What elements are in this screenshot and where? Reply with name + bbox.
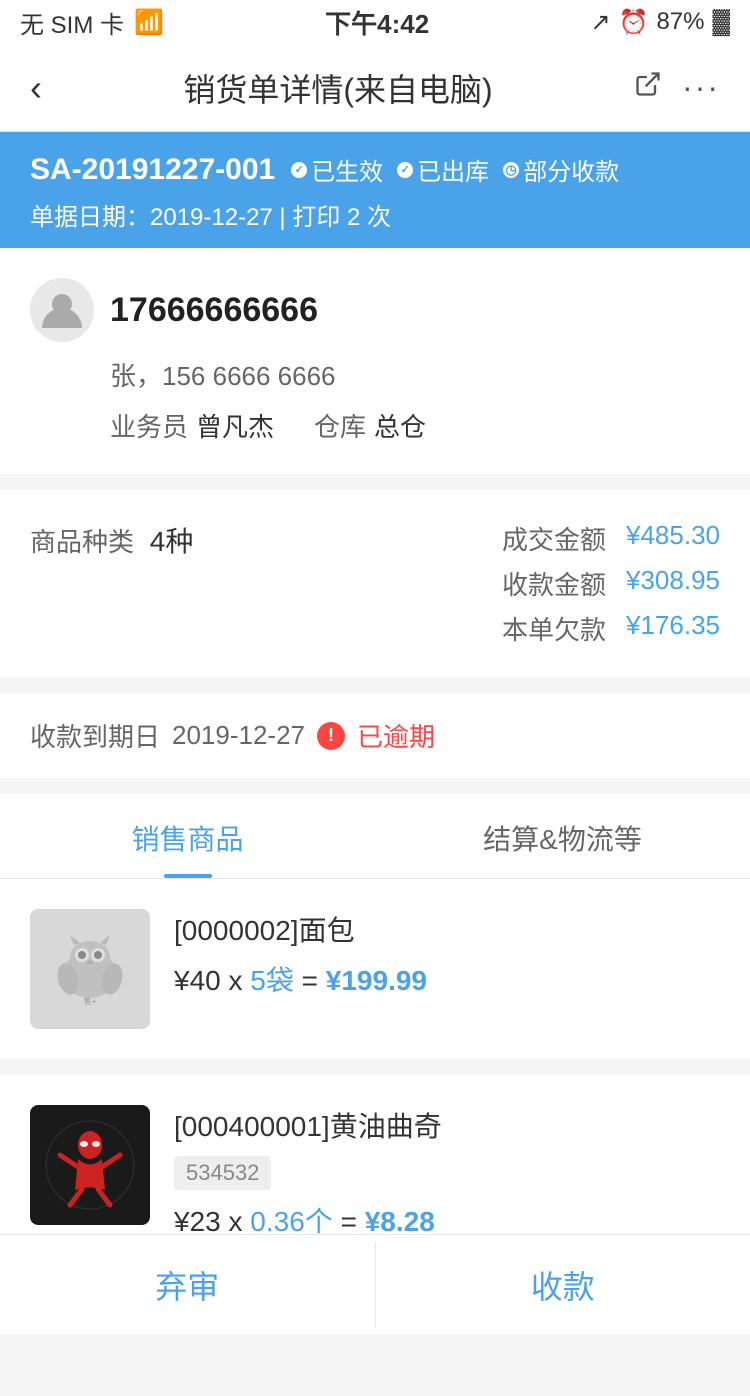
category-label: 商品种类 xyxy=(30,527,134,557)
status-shipped-label: 已出库 xyxy=(417,152,489,187)
payment-amount-row: 收款金额 ¥308.95 xyxy=(502,565,720,602)
product-sku-2: 534532 xyxy=(174,1156,271,1190)
product-total-2: ¥8.28 xyxy=(365,1206,435,1237)
sim-status: 无 SIM 卡 xyxy=(20,5,124,40)
product-unit-price-2: ¥23 xyxy=(174,1206,221,1237)
status-effective: 已生效 xyxy=(291,152,383,187)
customer-name: 张，156 6666 6666 xyxy=(30,356,720,393)
deal-amount-value: ¥485.30 xyxy=(626,520,720,557)
status-shipped: 已出库 xyxy=(397,152,489,187)
battery-icon: ▓ xyxy=(713,8,731,36)
status-bar: 无 SIM 卡 📶 下午4:42 ↗ ⏰ 87% ▓ xyxy=(0,0,750,44)
check-icon-2 xyxy=(397,162,413,178)
product-image-2 xyxy=(30,1105,150,1225)
check-icon-1 xyxy=(291,162,307,178)
avatar xyxy=(30,278,94,342)
customer-meta: 业务员 曾凡杰 仓库 总仓 xyxy=(30,407,720,444)
collect-payment-button[interactable]: 收款 xyxy=(376,1242,750,1328)
overdue-section: 收款到期日 2019-12-27 ! 已逾期 xyxy=(0,693,750,778)
summary-left: 商品种类 4种 xyxy=(30,520,193,560)
summary-right: 成交金额 ¥485.30 收款金额 ¥308.95 本单欠款 ¥176.35 xyxy=(502,520,720,647)
alarm-icon: ⏰ xyxy=(619,8,649,37)
debt-amount-row: 本单欠款 ¥176.35 xyxy=(502,610,720,647)
clock-icon xyxy=(503,162,519,178)
overdue-icon: ! xyxy=(317,722,345,750)
product-image-1: 售+ xyxy=(30,909,150,1029)
product-list: 售+ [0000002]面包 ¥40 x 5袋 = ¥199.99 xyxy=(0,879,750,1270)
page-title: 销货单详情(来自电脑) xyxy=(183,65,492,111)
warehouse-label: 仓库 xyxy=(314,407,366,444)
more-icon[interactable]: ··· xyxy=(682,69,720,106)
overdue-status: 已逾期 xyxy=(357,717,435,754)
back-button[interactable]: ‹ xyxy=(30,67,42,109)
sales-person: 业务员 曾凡杰 xyxy=(110,407,274,444)
battery-status: 87% xyxy=(656,8,704,36)
customer-section: 17666666666 张，156 6666 6666 业务员 曾凡杰 仓库 总… xyxy=(0,248,750,474)
nav-actions: ··· xyxy=(634,69,720,106)
product-price-1: ¥40 x 5袋 = ¥199.99 xyxy=(174,959,720,999)
nav-bar: ‹ 销货单详情(来自电脑) ··· xyxy=(0,44,750,132)
share-icon[interactable] xyxy=(634,70,662,105)
status-partial-payment: 部分收款 xyxy=(503,152,619,187)
svg-text:售+: 售+ xyxy=(84,996,97,1006)
status-right: ↗ ⏰ 87% ▓ xyxy=(590,8,730,37)
product-name-2: [000400001]黄油曲奇 xyxy=(174,1105,720,1145)
product-qty-1: 5袋 xyxy=(250,965,294,996)
status-left: 无 SIM 卡 📶 xyxy=(20,5,164,40)
customer-top: 17666666666 xyxy=(30,278,720,342)
deal-amount-label: 成交金额 xyxy=(502,520,606,557)
product-info-2: [000400001]黄油曲奇 534532 ¥23 x 0.36个 = ¥8.… xyxy=(174,1105,720,1240)
warehouse-value: 总仓 xyxy=(374,407,426,444)
product-name-1: [0000002]面包 xyxy=(174,909,720,949)
warehouse: 仓库 总仓 xyxy=(314,407,426,444)
product-qty-2: 0.36个 xyxy=(250,1206,333,1237)
debt-amount-label: 本单欠款 xyxy=(502,610,606,647)
tab-settlement[interactable]: 结算&物流等 xyxy=(375,794,750,878)
payment-amount-value: ¥308.95 xyxy=(626,565,720,602)
product-thumbnail-2 xyxy=(30,1105,150,1225)
status-tags: 已生效 已出库 部分收款 xyxy=(291,152,619,187)
sales-person-value: 曾凡杰 xyxy=(196,407,274,444)
wifi-icon: 📶 xyxy=(134,8,164,37)
deal-amount-row: 成交金额 ¥485.30 xyxy=(502,520,720,557)
product-info-1: [0000002]面包 ¥40 x 5袋 = ¥199.99 xyxy=(174,909,720,999)
tab-sales-products[interactable]: 销售商品 xyxy=(0,794,375,878)
order-id: SA-20191227-001 xyxy=(30,153,275,187)
cancel-review-button[interactable]: 弃审 xyxy=(0,1242,376,1328)
debt-amount-value: ¥176.35 xyxy=(626,610,720,647)
summary-section: 商品种类 4种 成交金额 ¥485.30 收款金额 ¥308.95 本单欠款 ¥… xyxy=(0,490,750,677)
order-date: 单据日期：2019-12-27 | 打印 2 次 xyxy=(30,197,720,232)
location-icon: ↗ xyxy=(590,8,610,37)
overdue-label: 收款到期日 xyxy=(30,717,160,754)
product-unit-price-1: ¥40 xyxy=(174,965,221,996)
status-time: 下午4:42 xyxy=(325,4,429,41)
product-thumbnail-1: 售+ xyxy=(30,909,150,1029)
sales-person-label: 业务员 xyxy=(110,407,188,444)
status-partial-label: 部分收款 xyxy=(523,152,619,187)
customer-phone: 17666666666 xyxy=(110,291,318,330)
payment-amount-label: 收款金额 xyxy=(502,565,606,602)
status-effective-label: 已生效 xyxy=(311,152,383,187)
order-header: SA-20191227-001 已生效 已出库 部分收款 单据日期：2019-1… xyxy=(0,132,750,248)
tabs-bar: 销售商品 结算&物流等 xyxy=(0,794,750,879)
product-item-1: 售+ [0000002]面包 ¥40 x 5袋 = ¥199.99 xyxy=(0,879,750,1059)
category-count: 4种 xyxy=(150,526,194,557)
overdue-date: 2019-12-27 xyxy=(172,720,305,751)
product-total-1: ¥199.99 xyxy=(326,965,427,996)
bottom-bar: 弃审 收款 xyxy=(0,1234,750,1334)
